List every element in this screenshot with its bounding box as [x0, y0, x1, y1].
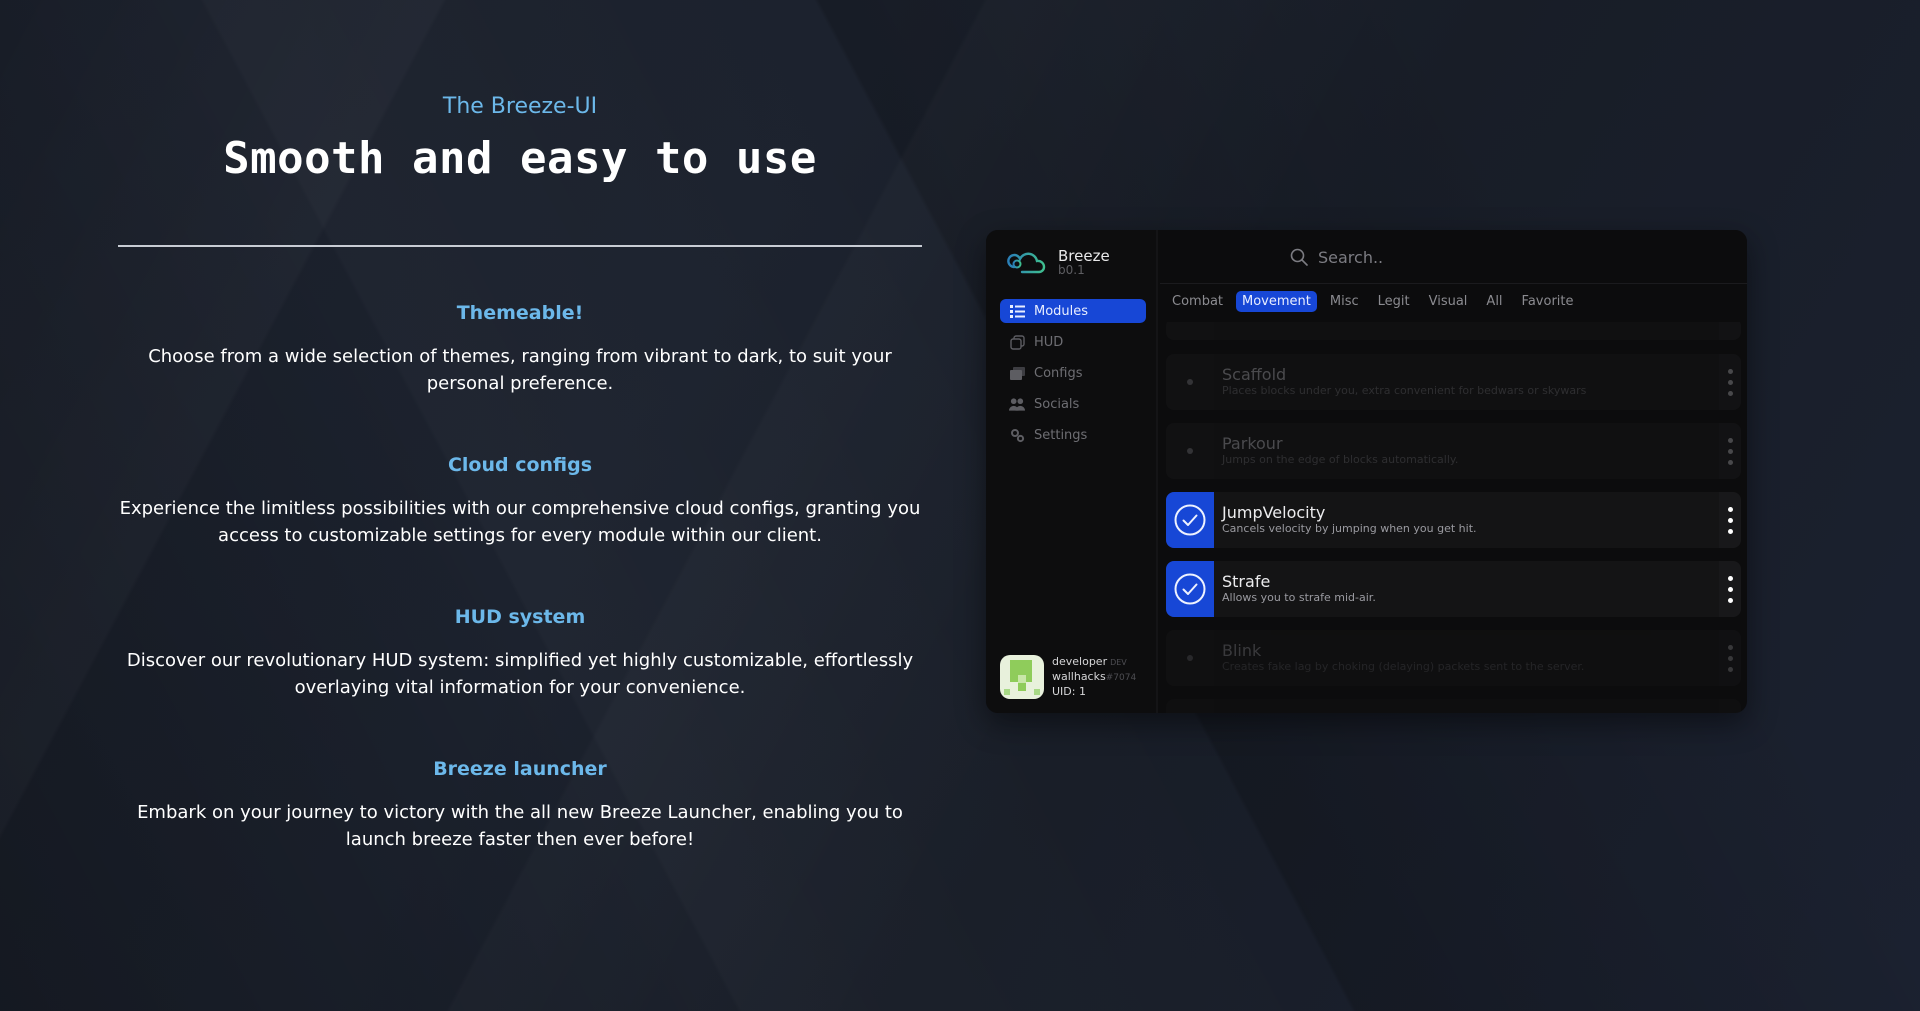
module-row-scaffold[interactable]: Scaffold Places blocks under you, extra …: [1166, 354, 1741, 410]
hero-title: Smooth and easy to use: [223, 133, 817, 184]
module-row-jumpvelocity[interactable]: JumpVelocity Cancels velocity by jumping…: [1166, 492, 1741, 548]
tab-legit[interactable]: Legit: [1372, 291, 1416, 312]
copy-icon: [1009, 334, 1025, 350]
tab-combat[interactable]: Combat: [1166, 291, 1229, 312]
module-toggle[interactable]: [1166, 561, 1214, 617]
user-discriminator: #7074: [1105, 673, 1137, 683]
module-description: Cancels velocity by jumping when you get…: [1222, 522, 1477, 535]
sidebar-item-hud[interactable]: HUD: [1000, 330, 1146, 354]
module-description: Allows you to strafe mid-air.: [1222, 591, 1376, 604]
divider: [118, 245, 922, 247]
folder-icon: [1009, 365, 1025, 381]
search-bar: [1160, 230, 1747, 284]
module-description: Places blocks under you, extra convenien…: [1222, 384, 1587, 397]
sidebar-item-modules[interactable]: Modules: [1000, 299, 1146, 323]
tab-favorite[interactable]: Favorite: [1516, 291, 1580, 312]
role-badge: DEV: [1110, 658, 1127, 667]
module-toggle[interactable]: [1166, 354, 1214, 410]
module-description: Jumps on the edge of blocks automaticall…: [1222, 453, 1459, 466]
more-options-icon[interactable]: [1719, 630, 1741, 686]
module-name: Blink: [1222, 641, 1262, 660]
gears-icon: [1009, 427, 1025, 443]
check-circle-icon: [1174, 573, 1206, 605]
avatar: [1000, 655, 1044, 699]
module-name: JumpVelocity: [1222, 503, 1326, 522]
sidebar-nav: Modules HUD Configs Socials Settings: [1000, 299, 1146, 454]
check-circle-icon: [1174, 504, 1206, 536]
module-toggle[interactable]: [1166, 630, 1214, 686]
search-field[interactable]: [1290, 244, 1710, 270]
tab-visual[interactable]: Visual: [1423, 291, 1474, 312]
feature-title-hud-system: HUD system: [454, 606, 586, 628]
username: wallhacks: [1052, 670, 1106, 683]
more-options-icon[interactable]: [1719, 561, 1741, 617]
brand-version: b0.1: [1058, 262, 1085, 277]
module-description: Creates fake lag by choking (delaying) p…: [1222, 660, 1585, 673]
sidebar-item-label: Socials: [1034, 396, 1080, 412]
module-name: Parkour: [1222, 434, 1283, 453]
module-toggle[interactable]: [1166, 423, 1214, 479]
more-options-icon[interactable]: [1719, 423, 1741, 479]
brand-name: Breeze: [1058, 246, 1110, 265]
tab-misc[interactable]: Misc: [1324, 291, 1365, 312]
module-name: Strafe: [1222, 572, 1271, 591]
search-icon: [1290, 248, 1308, 266]
disabled-dot-icon: [1187, 379, 1193, 385]
category-tabs: Combat Movement Misc Legit Visual All Fa…: [1166, 291, 1587, 312]
search-input[interactable]: [1318, 247, 1698, 267]
user-display-name: developer: [1052, 655, 1108, 668]
disabled-dot-icon: [1187, 655, 1193, 661]
more-options-icon[interactable]: [1719, 492, 1741, 548]
module-row-partial: [1166, 322, 1741, 340]
main-content: Combat Movement Misc Legit Visual All Fa…: [1160, 230, 1747, 713]
feature-title-themeable: Themeable!: [456, 302, 584, 324]
tab-movement[interactable]: Movement: [1236, 291, 1317, 312]
user-profile[interactable]: developer DEV wallhacks#7074 UID: 1: [1000, 655, 1136, 699]
user-uid: UID: 1: [1052, 685, 1086, 698]
feature-body-launcher: Embark on your journey to victory with t…: [137, 802, 903, 850]
module-row-partial-bottom: [1166, 699, 1741, 713]
tab-all[interactable]: All: [1480, 291, 1508, 312]
sidebar-item-label: Configs: [1034, 365, 1083, 381]
sidebar-item-socials[interactable]: Socials: [1000, 392, 1146, 416]
sidebar-item-settings[interactable]: Settings: [1000, 423, 1146, 447]
feature-body-hud-system: Discover our revolutionary HUD system: s…: [126, 650, 914, 698]
breeze-ui-window: Breeze b0.1 Modules HUD Configs Socials …: [986, 230, 1747, 713]
feature-title-cloud-configs: Cloud configs: [447, 454, 593, 476]
list-icon: [1009, 303, 1025, 319]
sidebar-item-label: HUD: [1034, 334, 1064, 350]
module-row-parkour[interactable]: Parkour Jumps on the edge of blocks auto…: [1166, 423, 1741, 479]
module-row-blink[interactable]: Blink Creates fake lag by choking (delay…: [1166, 630, 1741, 686]
module-toggle[interactable]: [1166, 492, 1214, 548]
sidebar: Breeze b0.1 Modules HUD Configs Socials …: [986, 230, 1158, 713]
disabled-dot-icon: [1187, 448, 1193, 454]
feature-body-themeable: Choose from a wide selection of themes, …: [148, 346, 892, 394]
feature-title-launcher: Breeze launcher: [433, 758, 607, 780]
section-eyebrow: The Breeze-UI: [442, 94, 598, 119]
users-icon: [1009, 396, 1025, 412]
feature-body-cloud-configs: Experience the limitless possibilities w…: [119, 498, 921, 546]
cloud-icon: [1001, 252, 1046, 277]
brand: Breeze b0.1: [1000, 242, 1110, 282]
sidebar-item-label: Modules: [1034, 303, 1089, 319]
module-list[interactable]: Scaffold Places blocks under you, extra …: [1166, 322, 1741, 713]
module-name: Scaffold: [1222, 365, 1287, 384]
sidebar-item-label: Settings: [1034, 427, 1088, 443]
more-options-icon[interactable]: [1719, 354, 1741, 410]
module-row-strafe[interactable]: Strafe Allows you to strafe mid-air.: [1166, 561, 1741, 617]
sidebar-item-configs[interactable]: Configs: [1000, 361, 1146, 385]
